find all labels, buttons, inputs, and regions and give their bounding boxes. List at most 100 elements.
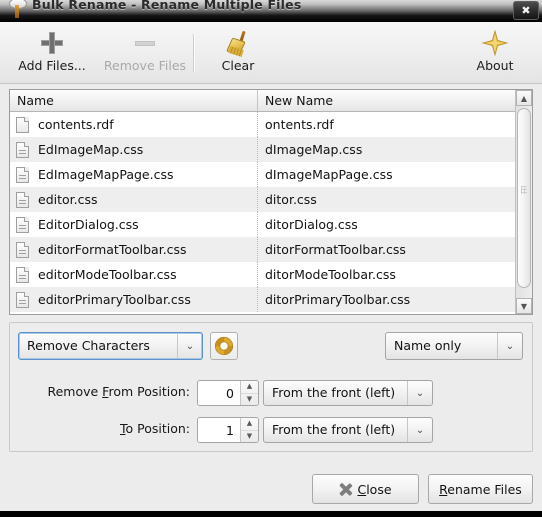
table-row[interactable]: editorFormatToolbar.css ditorFormatToolb…	[10, 237, 515, 262]
chevron-down-icon: ⌄	[177, 333, 202, 359]
toolbar-clear-label: Clear	[221, 58, 255, 73]
cell-name: editorFormatToolbar.css	[10, 237, 258, 262]
options-panel: Remove Characters ⌄ Name only ⌄ Remove F…	[9, 322, 533, 452]
cell-name: contents.rdf	[10, 112, 258, 137]
file-name-text: editorPrimaryToolbar.css	[38, 292, 191, 307]
star-icon	[481, 30, 509, 56]
window-title: Bulk Rename - Rename Multiple Files	[32, 0, 302, 12]
toolbar-add-files-label: Add Files...	[18, 58, 86, 73]
table-row[interactable]: contents.rdf ontents.rdf	[10, 112, 515, 137]
file-list[interactable]: Name New Name contents.rdf ontents.rdf E…	[9, 89, 533, 315]
toolbar-separator	[193, 34, 195, 72]
file-name-text: editor.css	[38, 192, 98, 207]
window-close-button[interactable]: ✖	[513, 1, 539, 20]
label-rest: lose	[366, 481, 392, 497]
cell-new-name: ditorModeToolbar.css	[265, 267, 396, 282]
stepper-buttons[interactable]: ▲ ▼	[240, 418, 258, 442]
cell-name: EdImageMap.css	[10, 137, 258, 162]
cell-name: EditorDialog.css	[10, 212, 258, 237]
label-suffix: o Position:	[125, 421, 190, 436]
stepper-up-icon[interactable]: ▲	[241, 418, 258, 431]
rename-scope-dropdown[interactable]: Name only ⌄	[385, 332, 523, 360]
toolbar-remove-files-button[interactable]: Remove Files	[100, 26, 190, 80]
title-bar[interactable]: Bulk Rename - Rename Multiple Files ✖	[0, 0, 542, 22]
file-lined-icon	[16, 166, 29, 183]
rename-files-button[interactable]: Rename Files	[428, 474, 533, 504]
table-row[interactable]: EdImageMapPage.css dImageMapPage.css	[10, 162, 515, 187]
broom-icon	[224, 30, 252, 57]
lifebuoy-icon	[214, 336, 234, 356]
remove-from-position-stepper[interactable]: 0 ▲ ▼	[197, 380, 259, 406]
toolbar-clear-button[interactable]: Clear	[206, 26, 270, 80]
cell-new-name: ditorPrimaryToolbar.css	[265, 292, 411, 307]
file-lined-icon	[16, 191, 29, 208]
close-button-label: Close	[357, 482, 391, 497]
to-position-stepper[interactable]: 1 ▲ ▼	[197, 417, 259, 443]
toolbar-about-button[interactable]: About	[462, 26, 528, 80]
file-name-text: EdImageMapPage.css	[38, 167, 174, 182]
cell-name: editor.css	[10, 187, 258, 212]
stepper-down-icon[interactable]: ▼	[241, 394, 258, 406]
cell-new-name: dImageMapPage.css	[265, 167, 393, 182]
label-rest: ename Files	[447, 481, 522, 497]
help-lifebuoy-button[interactable]	[210, 332, 238, 360]
scroll-down-icon[interactable]: ▼	[516, 298, 532, 314]
file-lined-icon	[16, 241, 29, 258]
file-name-text: EdImageMap.css	[38, 142, 144, 157]
table-row[interactable]: editorModeToolbar.css ditorModeToolbar.c…	[10, 262, 515, 287]
rename-files-button-label: Rename Files	[439, 482, 522, 497]
window-bottom-edge	[0, 511, 542, 517]
to-position-label: To Position:	[20, 421, 190, 436]
app-broom-icon	[8, 0, 27, 18]
remove-from-position-label: Remove From Position:	[20, 384, 190, 399]
cell-new-name: ontents.rdf	[265, 117, 334, 132]
scrollbar-thumb[interactable]	[517, 108, 531, 288]
file-lined-icon	[16, 291, 29, 308]
file-list-header: Name New Name	[10, 90, 532, 112]
rename-action-value: Remove Characters	[27, 337, 150, 353]
chevron-down-icon: ⌄	[497, 333, 522, 359]
table-row[interactable]: EditorDialog.css ditorDialog.css	[10, 212, 515, 237]
toolbar-about-label: About	[476, 58, 514, 73]
chevron-down-icon: ⌄	[407, 418, 432, 442]
cell-new-name: ditorDialog.css	[265, 217, 358, 232]
scroll-up-icon[interactable]: ▲	[516, 90, 532, 106]
to-position-value[interactable]: 1	[198, 418, 240, 442]
cell-new-name: ditor.css	[265, 192, 317, 207]
stepper-up-icon[interactable]: ▲	[241, 381, 258, 394]
file-lined-icon	[16, 216, 29, 233]
file-name-text: EditorDialog.css	[38, 217, 139, 232]
stepper-down-icon[interactable]: ▼	[241, 431, 258, 443]
remove-from-direction-value: From the front (left)	[272, 384, 396, 400]
file-list-scrollbar[interactable]: ▲ ▼	[515, 90, 532, 314]
toolbar: Add Files... Remove Files Clear About	[0, 22, 542, 84]
close-button[interactable]: Close	[312, 474, 419, 504]
plus-icon	[38, 30, 66, 56]
remove-from-direction-dropdown[interactable]: From the front (left) ⌄	[263, 380, 433, 406]
file-icon	[16, 116, 29, 133]
rename-action-dropdown[interactable]: Remove Characters ⌄	[18, 332, 203, 360]
toolbar-add-files-button[interactable]: Add Files...	[4, 26, 100, 80]
column-header-name[interactable]: Name	[10, 90, 258, 111]
cell-name: editorModeToolbar.css	[10, 262, 258, 287]
stepper-buttons[interactable]: ▲ ▼	[240, 381, 258, 405]
file-lined-icon	[16, 266, 29, 283]
table-row[interactable]: EdImageMap.css dImageMap.css	[10, 137, 515, 162]
file-name-text: editorFormatToolbar.css	[38, 242, 187, 257]
file-name-text: contents.rdf	[38, 117, 114, 132]
label-prefix: Remove	[47, 384, 103, 399]
toolbar-remove-files-label: Remove Files	[103, 58, 187, 73]
file-list-rows: contents.rdf ontents.rdf EdImageMap.css …	[10, 112, 515, 314]
bulk-rename-window: Bulk Rename - Rename Multiple Files ✖ Ad…	[0, 0, 542, 517]
table-row[interactable]: editor.css ditor.css	[10, 187, 515, 212]
cell-name: editorPrimaryToolbar.css	[10, 287, 258, 312]
to-direction-dropdown[interactable]: From the front (left) ⌄	[263, 417, 433, 443]
chevron-down-icon: ⌄	[407, 381, 432, 405]
cell-new-name: ditorFormatToolbar.css	[265, 242, 406, 257]
remove-from-position-value[interactable]: 0	[198, 381, 240, 405]
column-header-new-name[interactable]: New Name	[258, 90, 532, 111]
table-row[interactable]: editorPrimaryToolbar.css ditorPrimaryToo…	[10, 287, 515, 312]
scrollbar-grip	[521, 186, 527, 194]
close-icon: ✖	[521, 4, 531, 17]
to-direction-value: From the front (left)	[272, 421, 396, 437]
